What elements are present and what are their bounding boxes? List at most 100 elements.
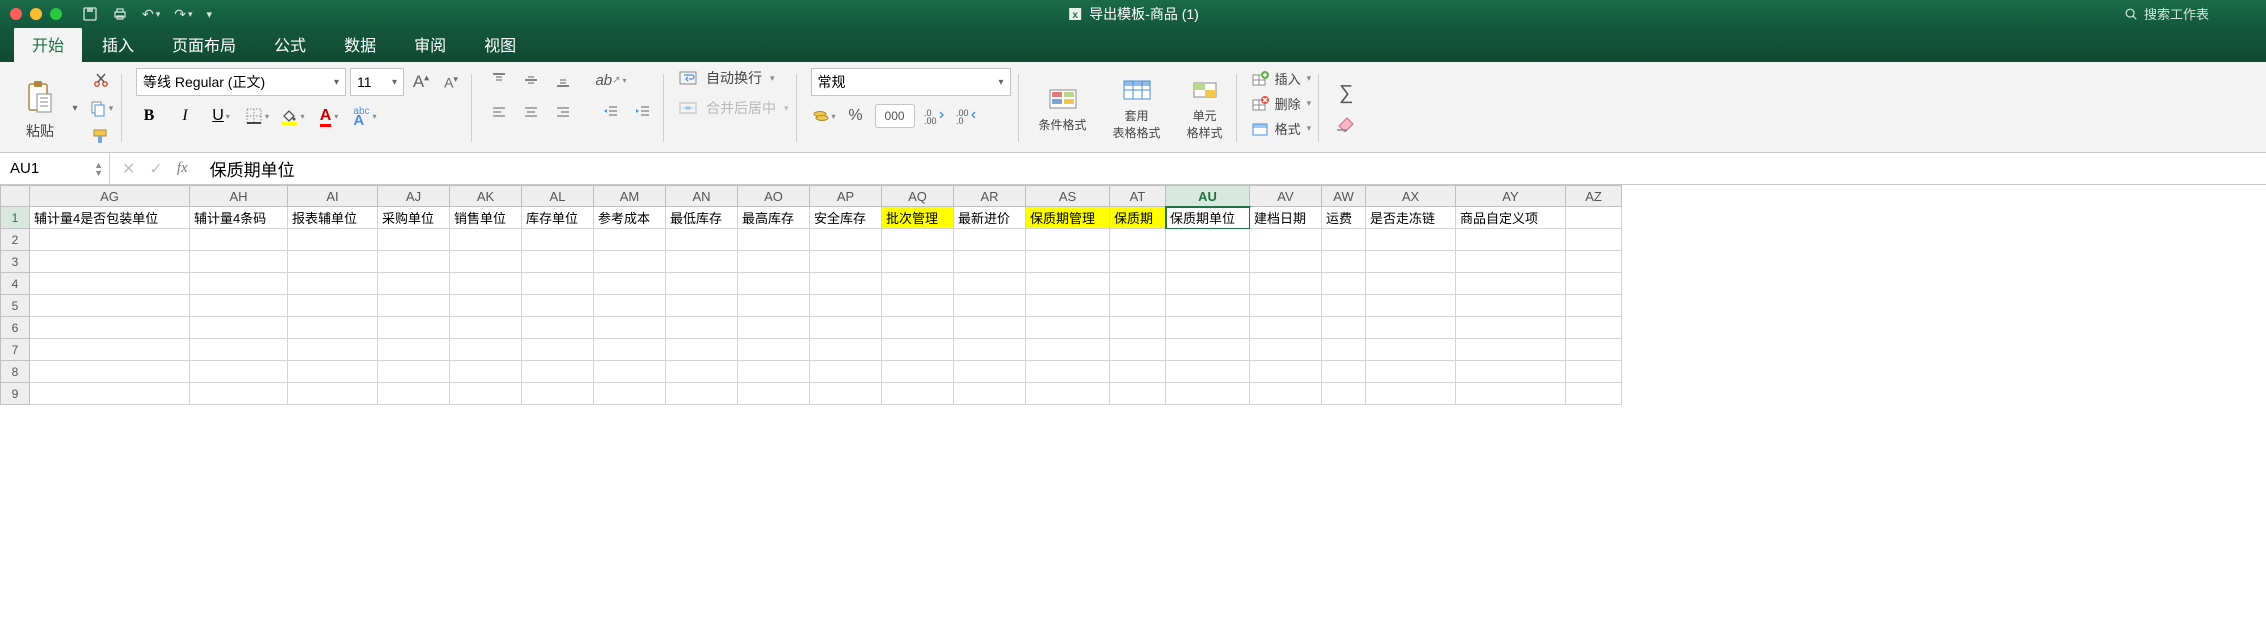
tab-home[interactable]: 开始 xyxy=(14,26,82,62)
cell[interactable] xyxy=(810,361,882,383)
cell[interactable] xyxy=(30,317,190,339)
format-cells-button[interactable]: 格式▾ xyxy=(1251,118,1312,139)
italic-button[interactable]: I xyxy=(172,104,198,128)
cell[interactable] xyxy=(1110,229,1166,251)
fill-color-button[interactable]: ▾ xyxy=(280,104,306,128)
cell[interactable] xyxy=(190,251,288,273)
insert-cells-button[interactable]: 插入▾ xyxy=(1251,68,1312,89)
cell[interactable]: 是否走冻链 xyxy=(1366,207,1456,229)
cell[interactable] xyxy=(738,251,810,273)
select-all-corner[interactable] xyxy=(0,185,30,207)
cell[interactable] xyxy=(450,317,522,339)
merge-center-button[interactable]: 合并后居中 ▾ xyxy=(678,98,789,118)
cell[interactable] xyxy=(288,317,378,339)
cell[interactable] xyxy=(1366,383,1456,405)
cell[interactable] xyxy=(882,383,954,405)
cell[interactable] xyxy=(594,295,666,317)
cell[interactable] xyxy=(1026,361,1110,383)
cell[interactable] xyxy=(30,273,190,295)
cell[interactable] xyxy=(1322,229,1366,251)
minimize-window-button[interactable] xyxy=(30,8,42,20)
format-as-table-button[interactable]: 套用 表格格式 xyxy=(1107,75,1167,141)
cell[interactable] xyxy=(1026,251,1110,273)
underline-button[interactable]: U▾ xyxy=(208,104,234,128)
percent-format-button[interactable]: % xyxy=(843,104,869,128)
cell[interactable]: 建档日期 xyxy=(1250,207,1322,229)
cell[interactable] xyxy=(1322,251,1366,273)
cell[interactable] xyxy=(1110,295,1166,317)
cell[interactable] xyxy=(810,383,882,405)
font-color-button[interactable]: A ▾ xyxy=(316,104,342,128)
cell[interactable] xyxy=(288,339,378,361)
cell[interactable]: 保质期 xyxy=(1110,207,1166,229)
print-icon[interactable] xyxy=(112,6,128,22)
cell[interactable] xyxy=(954,361,1026,383)
cell[interactable] xyxy=(954,229,1026,251)
cell[interactable] xyxy=(1026,383,1110,405)
paste-dropdown[interactable]: ▾ xyxy=(68,96,82,120)
cell[interactable] xyxy=(1566,273,1622,295)
cell[interactable] xyxy=(1566,383,1622,405)
tab-formulas[interactable]: 公式 xyxy=(256,26,324,62)
cell[interactable] xyxy=(190,317,288,339)
cell[interactable] xyxy=(954,295,1026,317)
cell[interactable] xyxy=(378,295,450,317)
cell[interactable] xyxy=(1166,273,1250,295)
cell[interactable] xyxy=(810,229,882,251)
fx-icon[interactable]: fx xyxy=(177,160,188,177)
column-header[interactable]: AR xyxy=(954,185,1026,207)
cell[interactable] xyxy=(1026,295,1110,317)
autosum-button[interactable]: ∑ xyxy=(1333,81,1359,105)
cell[interactable] xyxy=(666,383,738,405)
column-header[interactable]: AH xyxy=(190,185,288,207)
cell[interactable] xyxy=(594,317,666,339)
save-icon[interactable] xyxy=(82,6,98,22)
cell[interactable] xyxy=(666,295,738,317)
cell[interactable] xyxy=(810,339,882,361)
cell[interactable] xyxy=(1456,295,1566,317)
cell[interactable] xyxy=(1026,317,1110,339)
cell[interactable] xyxy=(288,251,378,273)
cell[interactable]: 最高库存 xyxy=(738,207,810,229)
cell[interactable] xyxy=(738,339,810,361)
cell[interactable] xyxy=(954,273,1026,295)
cell[interactable] xyxy=(378,273,450,295)
column-header[interactable]: AO xyxy=(738,185,810,207)
decrease-decimal-button[interactable]: .00.0 xyxy=(953,104,979,128)
cell[interactable] xyxy=(594,251,666,273)
cell[interactable] xyxy=(882,273,954,295)
close-window-button[interactable] xyxy=(10,8,22,20)
cell[interactable] xyxy=(954,317,1026,339)
cell[interactable]: 保质期管理 xyxy=(1026,207,1110,229)
cell[interactable] xyxy=(522,339,594,361)
cell[interactable] xyxy=(1566,229,1622,251)
cell[interactable] xyxy=(450,251,522,273)
cell[interactable] xyxy=(738,229,810,251)
cell[interactable]: 辅计量4条码 xyxy=(190,207,288,229)
cell[interactable] xyxy=(594,339,666,361)
paste-button[interactable] xyxy=(18,75,62,119)
cell-styles-button[interactable]: 单元 格样式 xyxy=(1181,75,1229,141)
cell[interactable]: 最新进价 xyxy=(954,207,1026,229)
tab-review[interactable]: 审阅 xyxy=(396,26,464,62)
cell[interactable] xyxy=(522,229,594,251)
cell[interactable] xyxy=(594,229,666,251)
cell[interactable] xyxy=(1250,273,1322,295)
cell[interactable] xyxy=(1166,339,1250,361)
tab-view[interactable]: 视图 xyxy=(466,26,534,62)
cell[interactable] xyxy=(738,361,810,383)
cell[interactable] xyxy=(1110,251,1166,273)
cell[interactable] xyxy=(954,339,1026,361)
column-header[interactable]: AZ xyxy=(1566,185,1622,207)
zoom-window-button[interactable] xyxy=(50,8,62,20)
cell[interactable]: 最低库存 xyxy=(666,207,738,229)
column-header[interactable]: AS xyxy=(1026,185,1110,207)
cell[interactable] xyxy=(666,229,738,251)
orientation-button[interactable]: ab↗▾ xyxy=(598,68,624,92)
cell[interactable] xyxy=(1566,339,1622,361)
row-header[interactable]: 9 xyxy=(0,383,30,405)
cell[interactable] xyxy=(810,273,882,295)
cell[interactable] xyxy=(450,295,522,317)
decrease-font-button[interactable]: A▾ xyxy=(438,70,464,94)
align-bottom-button[interactable] xyxy=(550,68,576,92)
